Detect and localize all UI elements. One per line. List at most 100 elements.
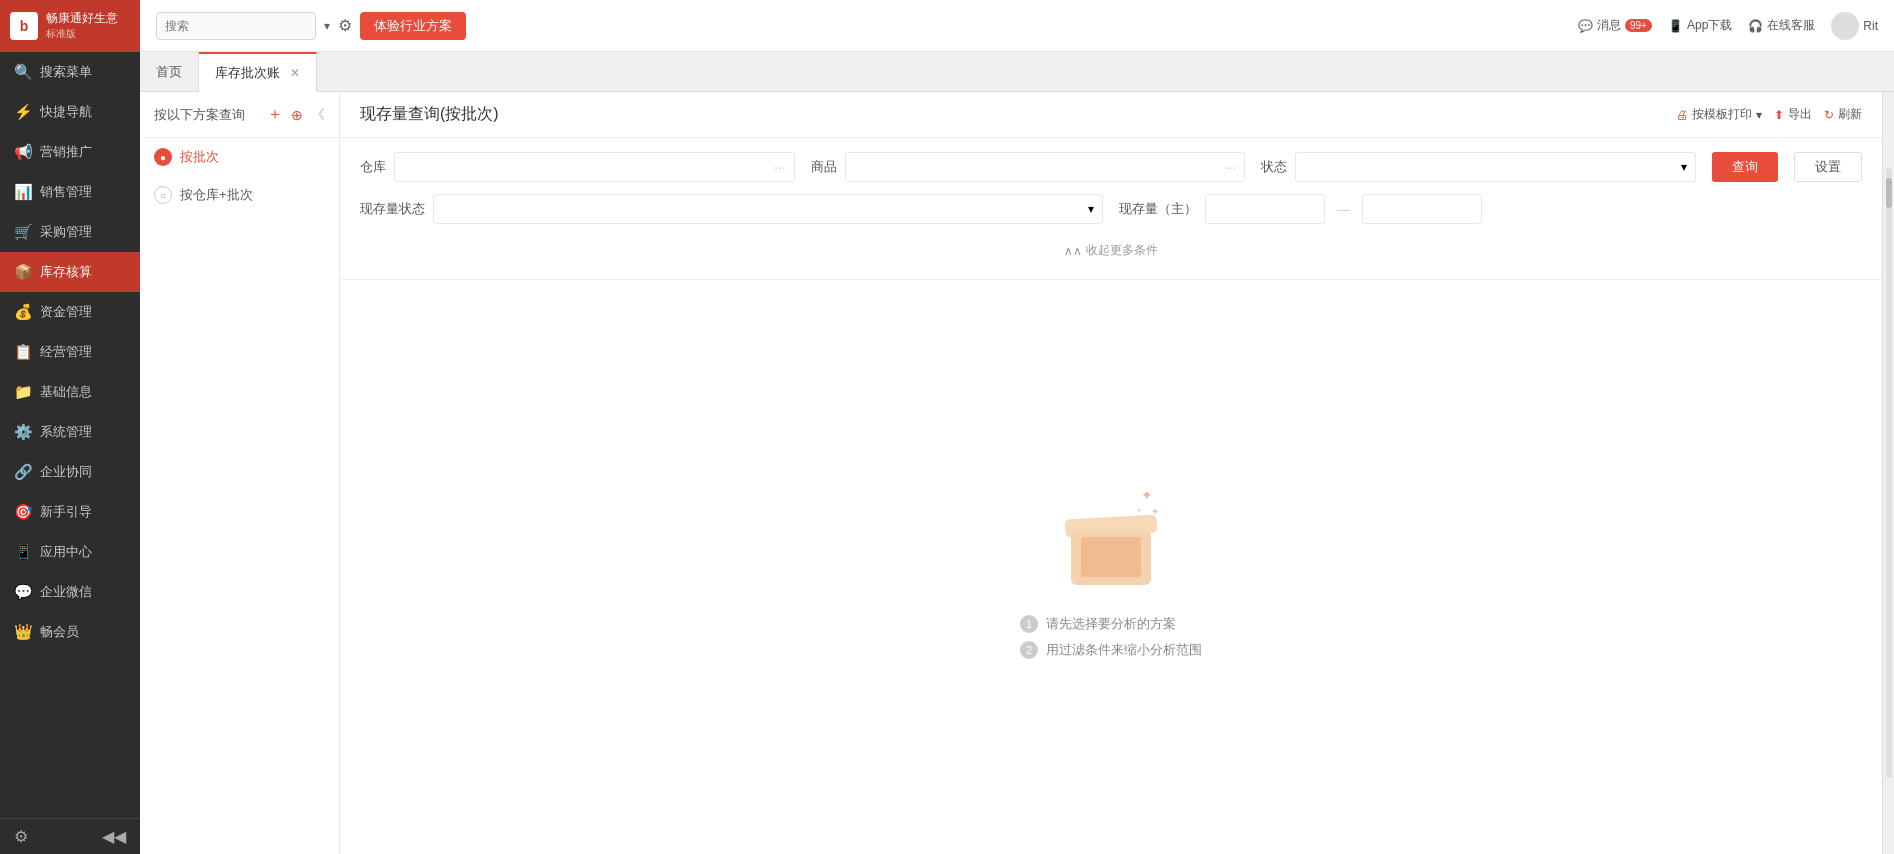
app-logo: b: [10, 12, 38, 40]
svg-rect-1: [1081, 537, 1141, 577]
sidebar-item-marketing[interactable]: 📢 营销推广: [0, 132, 140, 172]
filter-header: 按以下方案查询 ＋ ⊕ 《: [140, 92, 339, 138]
svg-text:✦: ✦: [1141, 487, 1153, 503]
sidebar: b 畅康通好生意 标准版 🔍 搜索菜单 ⚡ 快捷导航 📢 营销推广 📊 销售管理…: [0, 0, 140, 854]
sidebar-item-inventory[interactable]: 📦 库存核算: [0, 252, 140, 292]
filter-header-actions: ＋ ⊕ 《: [267, 104, 325, 125]
settings-button[interactable]: 设置: [1794, 152, 1862, 182]
search-filters: 仓库 ··· 商品 ···: [340, 138, 1882, 280]
messages-group[interactable]: 💬 消息 99+: [1578, 17, 1652, 34]
qty-separator: —: [1333, 202, 1354, 217]
tab-inventory-batch[interactable]: 库存批次账 ✕: [199, 52, 317, 92]
finance-icon: 💰: [14, 303, 32, 321]
filter-item-warehouse-batch[interactable]: ○ 按仓库+批次: [140, 176, 339, 214]
topbar-dropdown-icon[interactable]: ▾: [324, 19, 330, 33]
query-button[interactable]: 查询: [1712, 152, 1778, 182]
warehouse-dots: ···: [774, 159, 786, 175]
topbar-search-input[interactable]: [156, 12, 316, 40]
user-avatar[interactable]: [1831, 12, 1859, 40]
settings-icon[interactable]: ⚙: [14, 827, 28, 846]
filter-item-batch-label: 按批次: [180, 148, 219, 166]
print-btn[interactable]: 🖨 按模板打印 ▾: [1676, 106, 1762, 123]
product-dots: ···: [1225, 159, 1237, 175]
svg-text:✦: ✦: [1151, 506, 1159, 517]
sidebar-item-quick-nav[interactable]: ⚡ 快捷导航: [0, 92, 140, 132]
headset-icon: 🎧: [1748, 19, 1763, 33]
main-area: ▾ ⚙ 体验行业方案 💬 消息 99+ 📱 App下载 🎧 在线客服 Rit: [140, 0, 1894, 854]
sidebar-item-purchase[interactable]: 🛒 采购管理: [0, 212, 140, 252]
collapse-sidebar-icon[interactable]: ◀◀: [102, 827, 126, 846]
marketing-icon: 📢: [14, 143, 32, 161]
sidebar-item-operations[interactable]: 📋 经营管理: [0, 332, 140, 372]
inventory-status-label: 现存量状态: [360, 200, 425, 218]
appcenter-icon: 📱: [14, 543, 32, 561]
sidebar-item-enterprise[interactable]: 🔗 企业协同: [0, 452, 140, 492]
inventory-qty-min-input[interactable]: [1205, 194, 1325, 224]
sidebar-item-wechat[interactable]: 💬 企业微信: [0, 572, 140, 612]
warehouse-label: 仓库: [360, 158, 386, 176]
filter-item-warehouse-label: 按仓库+批次: [180, 186, 253, 204]
message-badge: 99+: [1625, 19, 1652, 32]
filter-item-warehouse-icon: ○: [154, 186, 172, 204]
app-edition: 标准版: [46, 27, 118, 41]
inventory-qty-field: 现存量（主） —: [1119, 194, 1862, 224]
filter-settings-icon[interactable]: ⊕: [291, 107, 303, 123]
sidebar-item-system[interactable]: ⚙️ 系统管理: [0, 412, 140, 452]
topbar-gear-icon[interactable]: ⚙: [338, 16, 352, 35]
sidebar-item-finance[interactable]: 💰 资金管理: [0, 292, 140, 332]
sidebar-header: b 畅康通好生意 标准版: [0, 0, 140, 52]
filter-add-icon[interactable]: ＋: [267, 104, 283, 125]
page-header: 现存量查询(按批次) 🖨 按模板打印 ▾ ⬆ 导出 ↻ 刷新: [340, 92, 1882, 138]
enterprise-icon: 🔗: [14, 463, 32, 481]
sidebar-item-appcenter[interactable]: 📱 应用中心: [0, 532, 140, 572]
svg-text:✦: ✦: [1136, 506, 1143, 515]
tab-close-icon[interactable]: ✕: [290, 66, 300, 80]
empty-tips: 1 请先选择要分析的方案 2 用过滤条件来缩小分析范围: [1020, 615, 1202, 659]
sidebar-footer: ⚙ ◀◀: [0, 818, 140, 854]
filter-item-batch[interactable]: ● 按批次: [140, 138, 339, 176]
sidebar-item-sales[interactable]: 📊 销售管理: [0, 172, 140, 212]
product-input[interactable]: ···: [845, 152, 1246, 182]
newuser-icon: 🎯: [14, 503, 32, 521]
product-field: 商品 ···: [811, 152, 1246, 182]
collapse-filters-row[interactable]: ∧∧ 收起更多条件: [360, 236, 1862, 265]
right-scrollbar[interactable]: [1882, 92, 1894, 854]
status-field: 状态 ▾: [1261, 152, 1696, 182]
sidebar-item-search[interactable]: 🔍 搜索菜单: [0, 52, 140, 92]
app-download-label: App下载: [1687, 17, 1732, 34]
page-title: 现存量查询(按批次): [360, 104, 499, 125]
refresh-btn[interactable]: ↻ 刷新: [1824, 106, 1862, 123]
inventory-qty-max-input[interactable]: [1362, 194, 1482, 224]
empty-tip-1: 1 请先选择要分析的方案: [1020, 615, 1202, 633]
tabbar: 首页 库存批次账 ✕: [140, 52, 1894, 92]
inventory-status-select[interactable]: ▾: [433, 194, 1103, 224]
warehouse-field: 仓库 ···: [360, 152, 795, 182]
sidebar-item-newuser[interactable]: 🎯 新手引导: [0, 492, 140, 532]
product-label: 商品: [811, 158, 837, 176]
filter-row-2: 现存量状态 ▾ 现存量（主） —: [360, 194, 1862, 224]
warehouse-input[interactable]: ···: [394, 152, 795, 182]
tab-home[interactable]: 首页: [140, 52, 199, 92]
app-name: 畅康通好生意: [46, 11, 118, 27]
filter-row-1: 仓库 ··· 商品 ···: [360, 152, 1862, 182]
inventory-icon: 📦: [14, 263, 32, 281]
collapse-label: 收起更多条件: [1086, 242, 1158, 259]
purchase-icon: 🛒: [14, 223, 32, 241]
status-select[interactable]: ▾: [1295, 152, 1696, 182]
print-dropdown-icon[interactable]: ▾: [1756, 108, 1762, 122]
app-download-group[interactable]: 📱 App下载: [1668, 17, 1732, 34]
export-btn[interactable]: ⬆ 导出: [1774, 106, 1812, 123]
online-service-group[interactable]: 🎧 在线客服: [1748, 17, 1815, 34]
export-icon: ⬆: [1774, 108, 1784, 122]
user-group[interactable]: Rit: [1831, 12, 1878, 40]
status-chevron-icon: ▾: [1681, 160, 1687, 174]
sidebar-item-member[interactable]: 👑 畅会员: [0, 612, 140, 652]
system-icon: ⚙️: [14, 423, 32, 441]
filter-collapse-icon[interactable]: 《: [311, 106, 325, 124]
message-icon: 💬: [1578, 19, 1593, 33]
inventory-qty-label: 现存量（主）: [1119, 200, 1197, 218]
tip-text-2: 用过滤条件来缩小分析范围: [1046, 641, 1202, 659]
inventory-status-chevron-icon: ▾: [1088, 202, 1094, 216]
sidebar-item-basic[interactable]: 📁 基础信息: [0, 372, 140, 412]
experience-btn[interactable]: 体验行业方案: [360, 12, 466, 40]
